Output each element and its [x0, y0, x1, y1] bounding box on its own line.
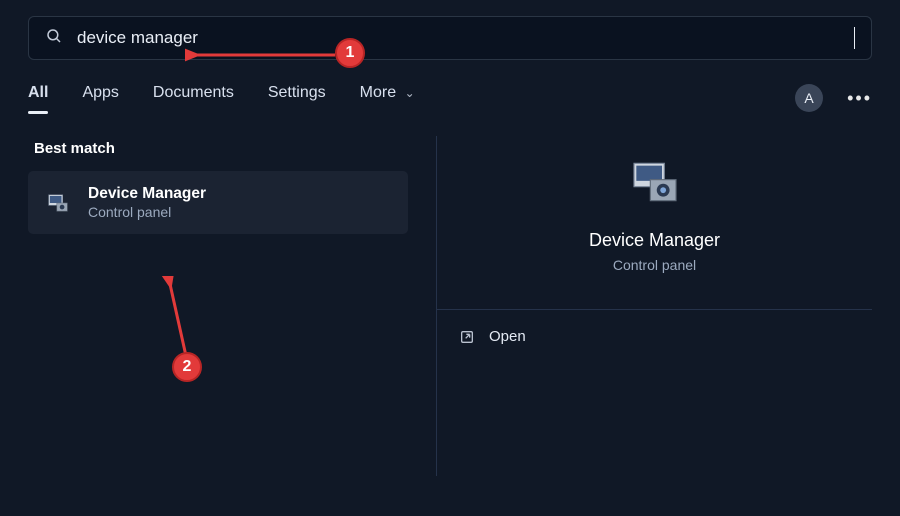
filter-tabs: All Apps Documents Settings More ⌄ [28, 84, 761, 112]
device-manager-icon [44, 189, 72, 217]
open-action-label: Open [489, 328, 526, 345]
result-subtitle: Control panel [88, 204, 206, 220]
search-icon [45, 27, 63, 50]
result-device-manager[interactable]: Device Manager Control panel [28, 171, 408, 234]
preview-title: Device Manager [589, 230, 720, 251]
tab-more-label: More [360, 84, 396, 101]
search-input[interactable] [77, 28, 854, 48]
filter-tabs-bar: All Apps Documents Settings More ⌄ A ••• [28, 84, 872, 112]
preview-pane: Device Manager Control panel Open [436, 136, 872, 476]
best-match-heading: Best match [34, 140, 408, 157]
annotation-callout-2: 2 [172, 352, 202, 382]
annotation-callout-1: 1 [335, 38, 365, 68]
more-options-button[interactable]: ••• [847, 88, 872, 109]
device-manager-icon [627, 154, 683, 210]
tab-apps[interactable]: Apps [82, 84, 118, 112]
tab-all[interactable]: All [28, 84, 48, 112]
search-bar[interactable] [28, 16, 872, 60]
tab-settings[interactable]: Settings [268, 84, 326, 112]
chevron-down-icon: ⌄ [405, 86, 415, 100]
results-area: Best match Device Manager Control panel [28, 136, 872, 476]
open-action[interactable]: Open [459, 328, 850, 345]
preview-header: Device Manager Control panel [589, 154, 720, 273]
text-cursor [854, 27, 855, 49]
preview-subtitle: Control panel [589, 257, 720, 273]
results-list: Best match Device Manager Control panel [28, 136, 408, 476]
result-title: Device Manager [88, 185, 206, 203]
topbar-right: A ••• [795, 84, 872, 112]
result-text: Device Manager Control panel [88, 185, 206, 220]
tab-more[interactable]: More ⌄ [360, 84, 415, 112]
preview-actions: Open [437, 310, 872, 363]
open-external-icon [459, 329, 475, 345]
tab-documents[interactable]: Documents [153, 84, 234, 112]
user-avatar[interactable]: A [795, 84, 823, 112]
